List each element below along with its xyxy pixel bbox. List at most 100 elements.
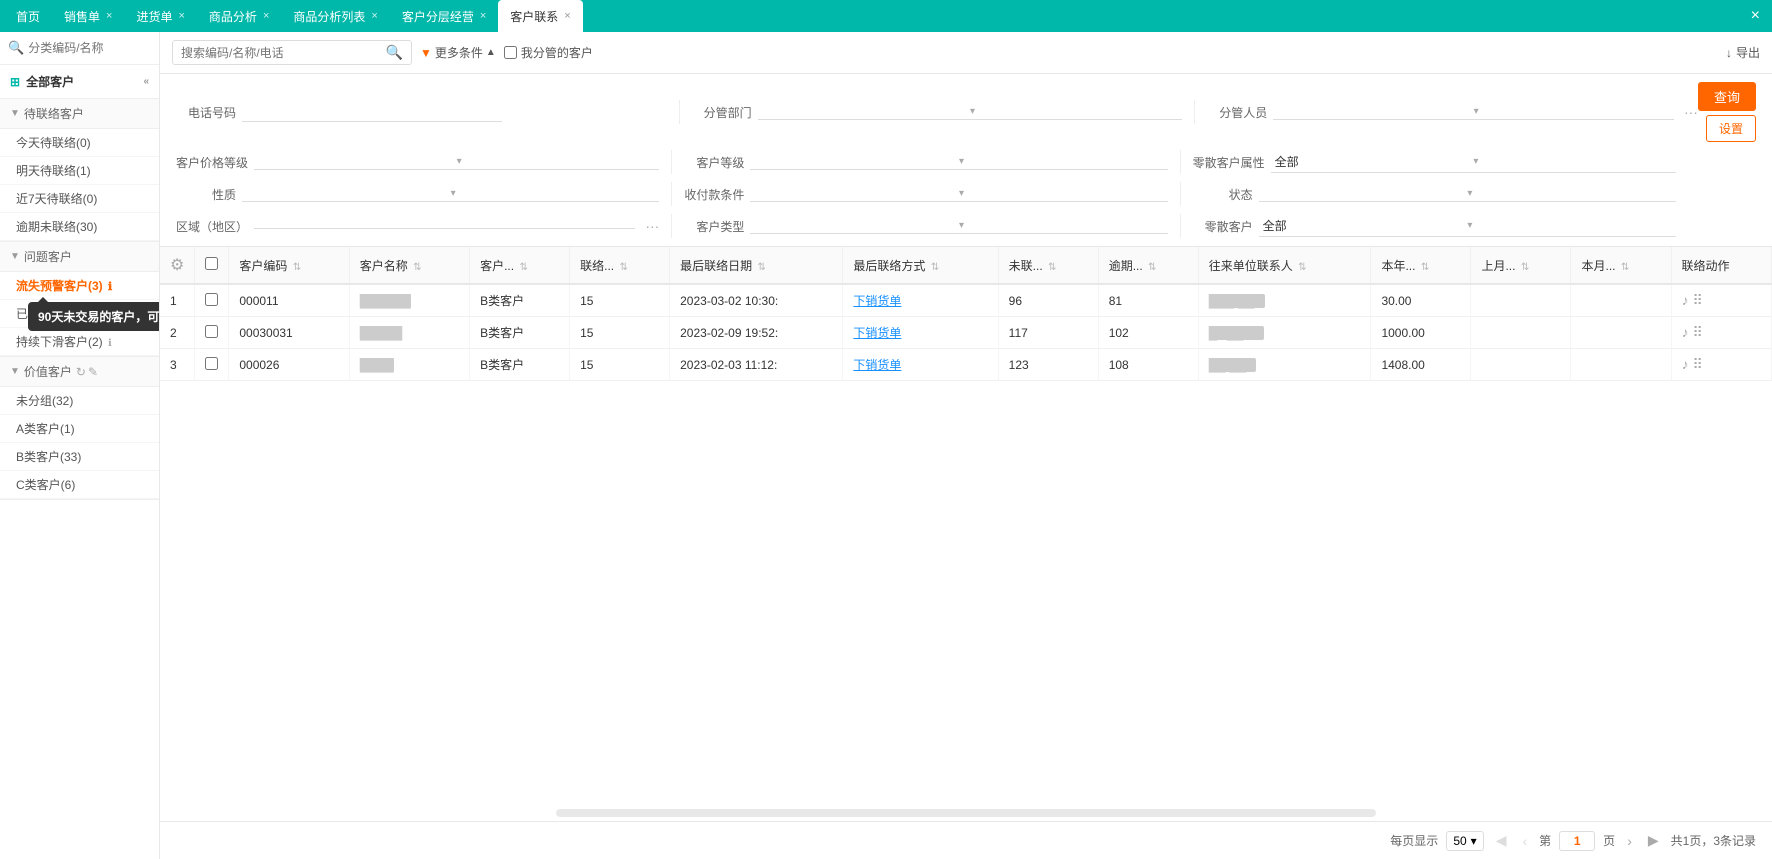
filter-customer-grade-select[interactable]: ▾ <box>750 154 1167 170</box>
sidebar-item-ungroup[interactable]: 未分组(32) <box>0 387 159 415</box>
filter-payment-select[interactable]: ▾ <box>750 186 1167 202</box>
payment-dropdown-icon: ▾ <box>959 188 1164 199</box>
tab-purchase[interactable]: 进货单 × <box>124 0 196 32</box>
more-conditions-btn[interactable]: ▼ 更多条件 ▲ <box>420 44 496 61</box>
tab-customer-contact-close[interactable]: × <box>564 10 570 22</box>
tab-home[interactable]: 首页 <box>4 0 52 32</box>
zero-customer-dropdown-icon: ▾ <box>1467 220 1672 231</box>
tab-product-analysis-close[interactable]: × <box>263 10 269 22</box>
sidebar-item-class-a[interactable]: A类客户(1) <box>0 415 159 443</box>
sidebar-collapse-btn[interactable]: « <box>143 76 149 87</box>
sidebar-group-pending-title[interactable]: ▼ 待联络客户 <box>0 99 159 129</box>
row-more-icon[interactable]: ⠿ <box>1693 356 1703 373</box>
filter-person-label: 分管人员 <box>1207 104 1267 121</box>
filter-price-grade-select[interactable]: ▾ <box>254 154 659 170</box>
overdue-sort-icon[interactable]: ⇅ <box>1148 262 1156 273</box>
horizontal-scrollbar[interactable] <box>160 805 1772 821</box>
region-more-icon[interactable]: ··· <box>645 218 659 234</box>
filter-gender-field: 性质 ▾ <box>176 186 659 203</box>
page-input[interactable] <box>1559 831 1595 851</box>
row-contact-icon[interactable]: ♪ <box>1682 292 1689 309</box>
export-button[interactable]: ↓ 导出 <box>1726 44 1760 61</box>
sidebar-item-declining[interactable]: 持续下滑客户(2) ℹ <box>0 328 159 356</box>
filter-zero-customer-select[interactable]: 全部 ▾ <box>1259 215 1676 237</box>
value-group-edit-icon[interactable]: ✎ <box>88 365 98 379</box>
per-page-select[interactable]: 50 ▾ <box>1446 831 1483 851</box>
filter-zero-attr-select[interactable]: 全部 ▾ <box>1271 151 1676 173</box>
sidebar-all-customers[interactable]: ⊞ 全部客户 « <box>0 65 159 99</box>
filter-customer-type-select[interactable]: ▾ <box>750 218 1167 234</box>
prev-page-button[interactable]: ‹ <box>1518 831 1531 851</box>
tab-purchase-close[interactable]: × <box>178 10 184 22</box>
filter-customer-grade-label: 客户等级 <box>684 154 744 171</box>
sidebar-item-overdue[interactable]: 逾期未联络(30) <box>0 213 159 241</box>
filter-customer-type-field: 客户类型 ▾ <box>684 218 1167 235</box>
close-app-button[interactable]: × <box>1743 7 1768 25</box>
filter-customer-grade-field: 客户等级 ▾ <box>684 154 1167 171</box>
filter-phone-input[interactable] <box>242 103 502 122</box>
next-page-button[interactable]: › <box>1623 831 1636 851</box>
first-page-button[interactable]: ◀ <box>1492 830 1511 851</box>
tab-sales[interactable]: 销售单 × <box>52 0 124 32</box>
last-month-sort-icon[interactable]: ⇅ <box>1521 262 1529 273</box>
sidebar-item-class-c[interactable]: C类客户(6) <box>0 471 159 499</box>
tab-sales-close[interactable]: × <box>106 10 112 22</box>
last-date-sort-icon[interactable]: ⇅ <box>757 262 765 273</box>
related-contact-sort-icon[interactable]: ⇅ <box>1298 262 1306 273</box>
tab-product-analysis[interactable]: 商品分析 × <box>197 0 281 32</box>
filter-zero-customer-label: 零散客户 <box>1193 218 1253 235</box>
th-name: 客户名称 ⇅ <box>349 247 469 284</box>
tab-customer-tier-close[interactable]: × <box>480 10 486 22</box>
my-customers-checkbox[interactable] <box>504 46 517 59</box>
sidebar-item-today[interactable]: 今天待联络(0) <box>0 129 159 157</box>
filter-person-select[interactable]: ▾ <box>1273 104 1674 120</box>
row-checkbox[interactable] <box>205 325 218 338</box>
search-input[interactable] <box>181 46 386 60</box>
row-overdue: 81 <box>1098 284 1198 317</box>
value-group-refresh-icon[interactable]: ↻ <box>76 365 86 379</box>
filter-dept-field: 分管部门 ▾ <box>692 104 1183 121</box>
current-year-sort-icon[interactable]: ⇅ <box>1421 262 1429 273</box>
sidebar-group-value-title[interactable]: ▼ 价值客户 ↻ ✎ <box>0 357 159 387</box>
settings-button[interactable]: 设置 <box>1706 115 1756 142</box>
row-checkbox[interactable] <box>205 357 218 370</box>
sidebar-group-problem-title[interactable]: ▼ 问题客户 <box>0 242 159 272</box>
person-more-icon[interactable]: ··· <box>1684 104 1698 120</box>
sidebar-search-input[interactable] <box>28 41 160 55</box>
last-method-sort-icon[interactable]: ⇅ <box>931 262 939 273</box>
th-uncontacted: 未联... ⇅ <box>998 247 1098 284</box>
filter-gender-select[interactable]: ▾ <box>242 186 659 202</box>
tab-product-list[interactable]: 商品分析列表 × <box>281 0 389 32</box>
row-contact-icon[interactable]: ♪ <box>1682 324 1689 341</box>
row-last-month <box>1471 284 1571 317</box>
contact-sort-icon[interactable]: ⇅ <box>619 262 627 273</box>
filter-region-select[interactable] <box>254 224 635 229</box>
tab-customer-tier[interactable]: 客户分层经营 × <box>390 0 498 32</box>
sidebar-item-7days[interactable]: 近7天待联络(0) <box>0 185 159 213</box>
select-all-checkbox[interactable] <box>205 257 218 270</box>
sidebar-item-class-b[interactable]: B类客户(33) <box>0 443 159 471</box>
search-icon[interactable]: 🔍 <box>386 44 403 61</box>
row-more-icon[interactable]: ⠿ <box>1693 324 1703 341</box>
sidebar-item-tomorrow[interactable]: 明天待联络(1) <box>0 157 159 185</box>
tab-customer-contact[interactable]: 客户联系 × <box>498 0 582 32</box>
last-page-button[interactable]: ▶ <box>1644 830 1663 851</box>
current-month-sort-icon[interactable]: ⇅ <box>1621 262 1629 273</box>
row-related-contact: █y ██ 3... <box>1198 317 1371 349</box>
search-input-wrap: 🔍 <box>172 40 412 65</box>
row-checkbox[interactable] <box>205 293 218 306</box>
row-contact-icon[interactable]: ♪ <box>1682 356 1689 373</box>
sidebar-item-churn-warning[interactable]: 流失预警客户(3) ℹ 90天未交易的客户，可能有流失风险。 <box>0 272 159 300</box>
code-sort-icon[interactable]: ⇅ <box>293 262 301 273</box>
tab-product-list-close[interactable]: × <box>371 10 377 22</box>
query-button[interactable]: 查询 <box>1698 82 1756 111</box>
uncontacted-sort-icon[interactable]: ⇅ <box>1048 262 1056 273</box>
row-more-icon[interactable]: ⠿ <box>1693 292 1703 309</box>
filter-dept-select[interactable]: ▾ <box>758 104 1183 120</box>
scrollbar-thumb[interactable] <box>556 809 1376 817</box>
filter-status-select[interactable]: ▾ <box>1259 186 1676 202</box>
type-sort-icon[interactable]: ⇅ <box>519 262 527 273</box>
name-sort-icon[interactable]: ⇅ <box>413 262 421 273</box>
table-settings-icon[interactable]: ⚙ <box>170 257 184 274</box>
my-customers-checkbox-wrap[interactable]: 我分管的客户 <box>504 44 593 61</box>
